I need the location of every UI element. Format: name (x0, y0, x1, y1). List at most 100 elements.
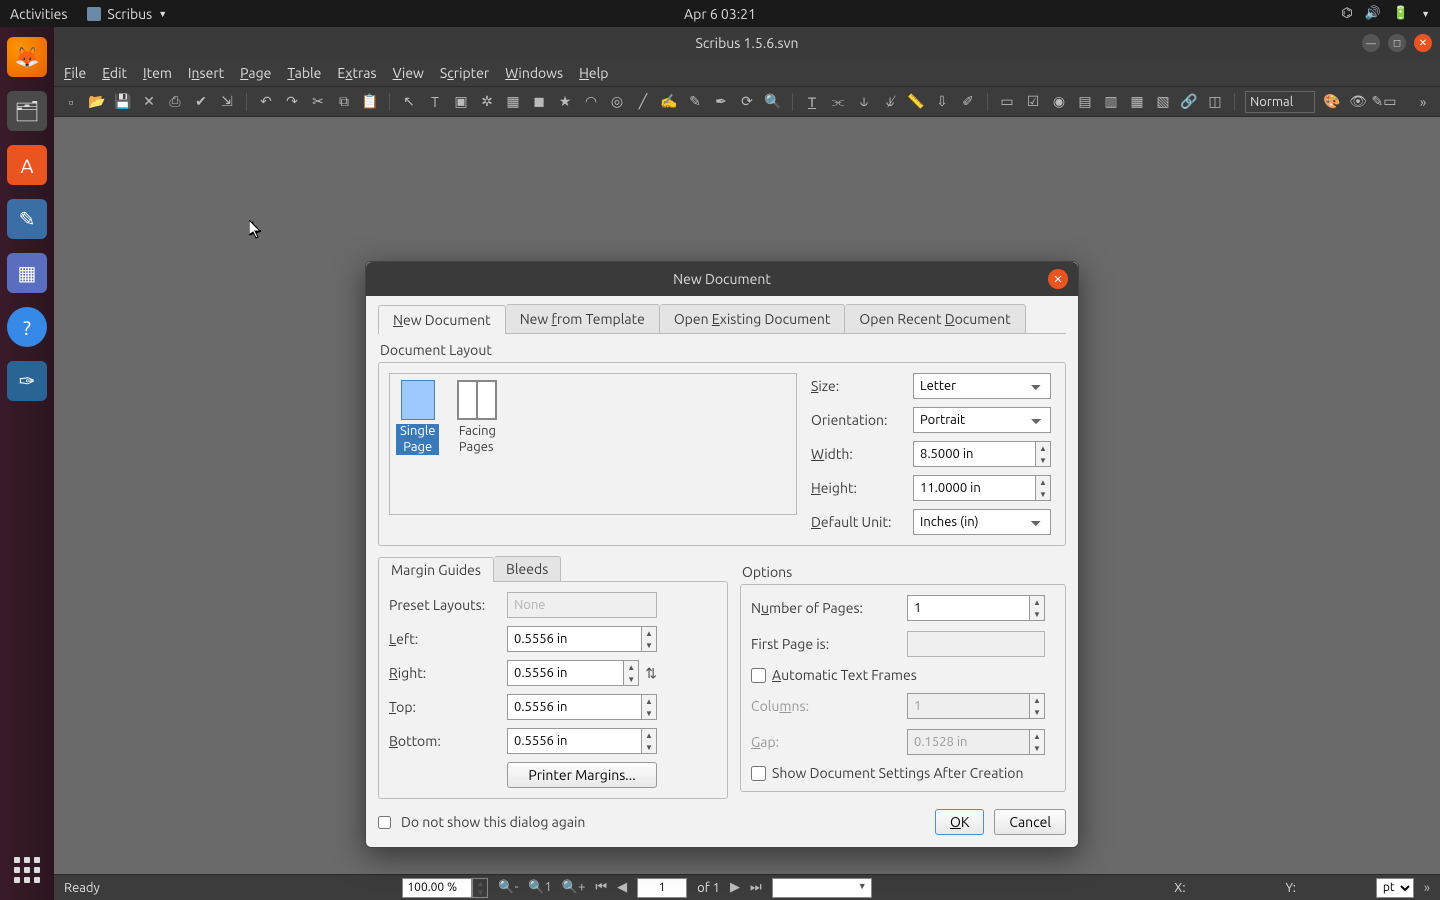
width-input[interactable] (913, 441, 1035, 467)
measure-icon[interactable]: 📏 (907, 93, 925, 111)
show-applications-button[interactable] (7, 850, 47, 890)
orientation-select[interactable]: Portrait (913, 407, 1051, 433)
network-icon[interactable]: ⌬ (1341, 6, 1352, 21)
edit-text-icon[interactable]: T̲ (803, 93, 821, 111)
text-editor-launcher[interactable]: ✎ (7, 199, 47, 239)
toolbar-overflow-icon[interactable]: » (1414, 93, 1432, 111)
spinner-down-icon[interactable]: ▼ (642, 707, 656, 719)
spinner-up-icon[interactable]: ▲ (624, 661, 638, 673)
topbar-app-menu[interactable]: Scribus ▼ (87, 6, 167, 22)
zoom-icon[interactable]: 🔍 (764, 93, 782, 111)
image-frame-icon[interactable]: ▣ (452, 93, 470, 111)
spinner-down-icon[interactable]: ▼ (1030, 608, 1044, 620)
pdf-3d-icon[interactable]: ◫ (1206, 93, 1224, 111)
spinner-up-icon[interactable]: ▲ (1036, 442, 1050, 454)
scribus-launcher[interactable]: ✑ (7, 361, 47, 401)
polygon-icon[interactable]: ★ (556, 93, 574, 111)
window-minimize-button[interactable]: — (1362, 34, 1380, 52)
unlink-frames-icon[interactable]: ⫝̸ (881, 93, 899, 111)
freehand-icon[interactable]: ✎ (686, 93, 704, 111)
pdf-textfield-icon[interactable]: ▤ (1076, 93, 1094, 111)
rotate-icon[interactable]: ⟳ (738, 93, 756, 111)
screenshot-launcher[interactable]: ▦ (7, 253, 47, 293)
select-tool-icon[interactable]: ↖ (400, 93, 418, 111)
menu-insert[interactable]: Insert (188, 65, 224, 81)
height-input[interactable] (913, 475, 1035, 501)
text-frame-icon[interactable]: T (426, 93, 444, 111)
line-icon[interactable]: ╱ (634, 93, 652, 111)
calligraphic-icon[interactable]: ✒ (712, 93, 730, 111)
undo-icon[interactable]: ↶ (257, 93, 275, 111)
spinner-down-icon[interactable]: ▼ (1036, 488, 1050, 500)
size-select[interactable]: Letter (913, 373, 1051, 399)
zoom-in-icon[interactable]: 🔍+ (562, 880, 586, 895)
eyedropper-icon[interactable]: ✐ (959, 93, 977, 111)
spinner-down-icon[interactable]: ▼ (642, 639, 656, 651)
link-frames-icon[interactable]: ⫝ (855, 93, 873, 111)
menu-item[interactable]: Item (143, 65, 172, 81)
preview-mode-select[interactable]: Normal (1245, 91, 1315, 113)
close-icon[interactable]: ✕ (140, 93, 158, 111)
pdf-listbox-icon[interactable]: ▦ (1128, 93, 1146, 111)
spinner-down-icon[interactable]: ▼ (642, 741, 656, 753)
pdf-combobox-icon[interactable]: ▥ (1102, 93, 1120, 111)
zoom-out-icon[interactable]: 🔍- (498, 880, 518, 895)
spiral-icon[interactable]: ◎ (608, 93, 626, 111)
dialog-close-button[interactable]: ✕ (1048, 269, 1068, 289)
show-settings-checkbox[interactable] (751, 766, 766, 781)
save-icon[interactable]: 💾 (114, 93, 132, 111)
zoom-reset-icon[interactable]: 🔍1 (528, 880, 552, 895)
copy-props-icon[interactable]: ⇩ (933, 93, 951, 111)
open-icon[interactable]: 📂 (88, 93, 106, 111)
shape-icon[interactable]: ◼ (530, 93, 548, 111)
tab-new-from-template[interactable]: New from Template (506, 304, 660, 333)
spinner-up-icon[interactable]: ▲ (1036, 476, 1050, 488)
render-frame-icon[interactable]: ✲ (478, 93, 496, 111)
edit-in-preview-icon[interactable]: ✎▭ (1375, 93, 1393, 111)
menu-scripter[interactable]: Scripter (440, 65, 489, 81)
firefox-launcher[interactable]: 🦊 (7, 37, 47, 77)
margin-right-input[interactable] (507, 660, 623, 686)
tab-open-recent[interactable]: Open Recent Document (845, 304, 1025, 333)
printer-margins-button[interactable]: Printer Margins... (507, 762, 657, 788)
pdf-annotation-icon[interactable]: ▧ (1154, 93, 1172, 111)
pdf-pushbutton-icon[interactable]: ▭ (998, 93, 1016, 111)
volume-icon[interactable]: 🔊 (1365, 6, 1381, 21)
last-page-icon[interactable]: ⏭ (750, 880, 762, 895)
unit-select[interactable]: pt (1376, 878, 1414, 898)
ok-button[interactable]: OK (935, 809, 984, 835)
copy-icon[interactable]: ⧉ (335, 93, 353, 111)
files-launcher[interactable]: 🗂 (7, 91, 47, 131)
zoom-input[interactable] (402, 878, 472, 898)
redo-icon[interactable]: ↷ (283, 93, 301, 111)
margin-left-input[interactable] (507, 626, 641, 652)
preview-icon[interactable]: 👁 (1349, 93, 1367, 111)
tab-open-existing[interactable]: Open Existing Document (660, 304, 846, 333)
tab-bleeds[interactable]: Bleeds (494, 556, 561, 581)
spinner-down-icon[interactable]: ▼ (624, 673, 638, 685)
window-close-button[interactable]: ✕ (1414, 34, 1432, 52)
paste-icon[interactable]: 📋 (361, 93, 379, 111)
default-unit-select[interactable]: Inches (in) (913, 509, 1051, 535)
pdf-checkbox-icon[interactable]: ☑ (1024, 93, 1042, 111)
menu-windows[interactable]: Windows (505, 65, 563, 81)
spinner-down-icon[interactable]: ▼ (1036, 454, 1050, 466)
current-page-input[interactable] (637, 878, 687, 898)
menu-help[interactable]: Help (579, 65, 608, 81)
menu-file[interactable]: File (64, 65, 86, 81)
link-margins-icon[interactable]: ⇅ (645, 665, 657, 682)
menu-extras[interactable]: Extras (337, 65, 376, 81)
menu-page[interactable]: Page (240, 65, 271, 81)
number-of-pages-input[interactable] (907, 595, 1029, 621)
pdf-link-icon[interactable]: 🔗 (1180, 93, 1198, 111)
spinner-up-icon[interactable]: ▲ (642, 729, 656, 741)
margin-top-input[interactable] (507, 694, 641, 720)
table-icon[interactable]: ▦ (504, 93, 522, 111)
pdf-radio-icon[interactable]: ◉ (1050, 93, 1068, 111)
software-launcher[interactable]: A (7, 145, 47, 185)
cut-icon[interactable]: ✂ (309, 93, 327, 111)
margin-bottom-input[interactable] (507, 728, 641, 754)
next-page-icon[interactable]: ▶ (730, 880, 740, 895)
tab-new-document[interactable]: New Document (378, 305, 506, 334)
dont-show-again-checkbox[interactable] (378, 816, 391, 829)
